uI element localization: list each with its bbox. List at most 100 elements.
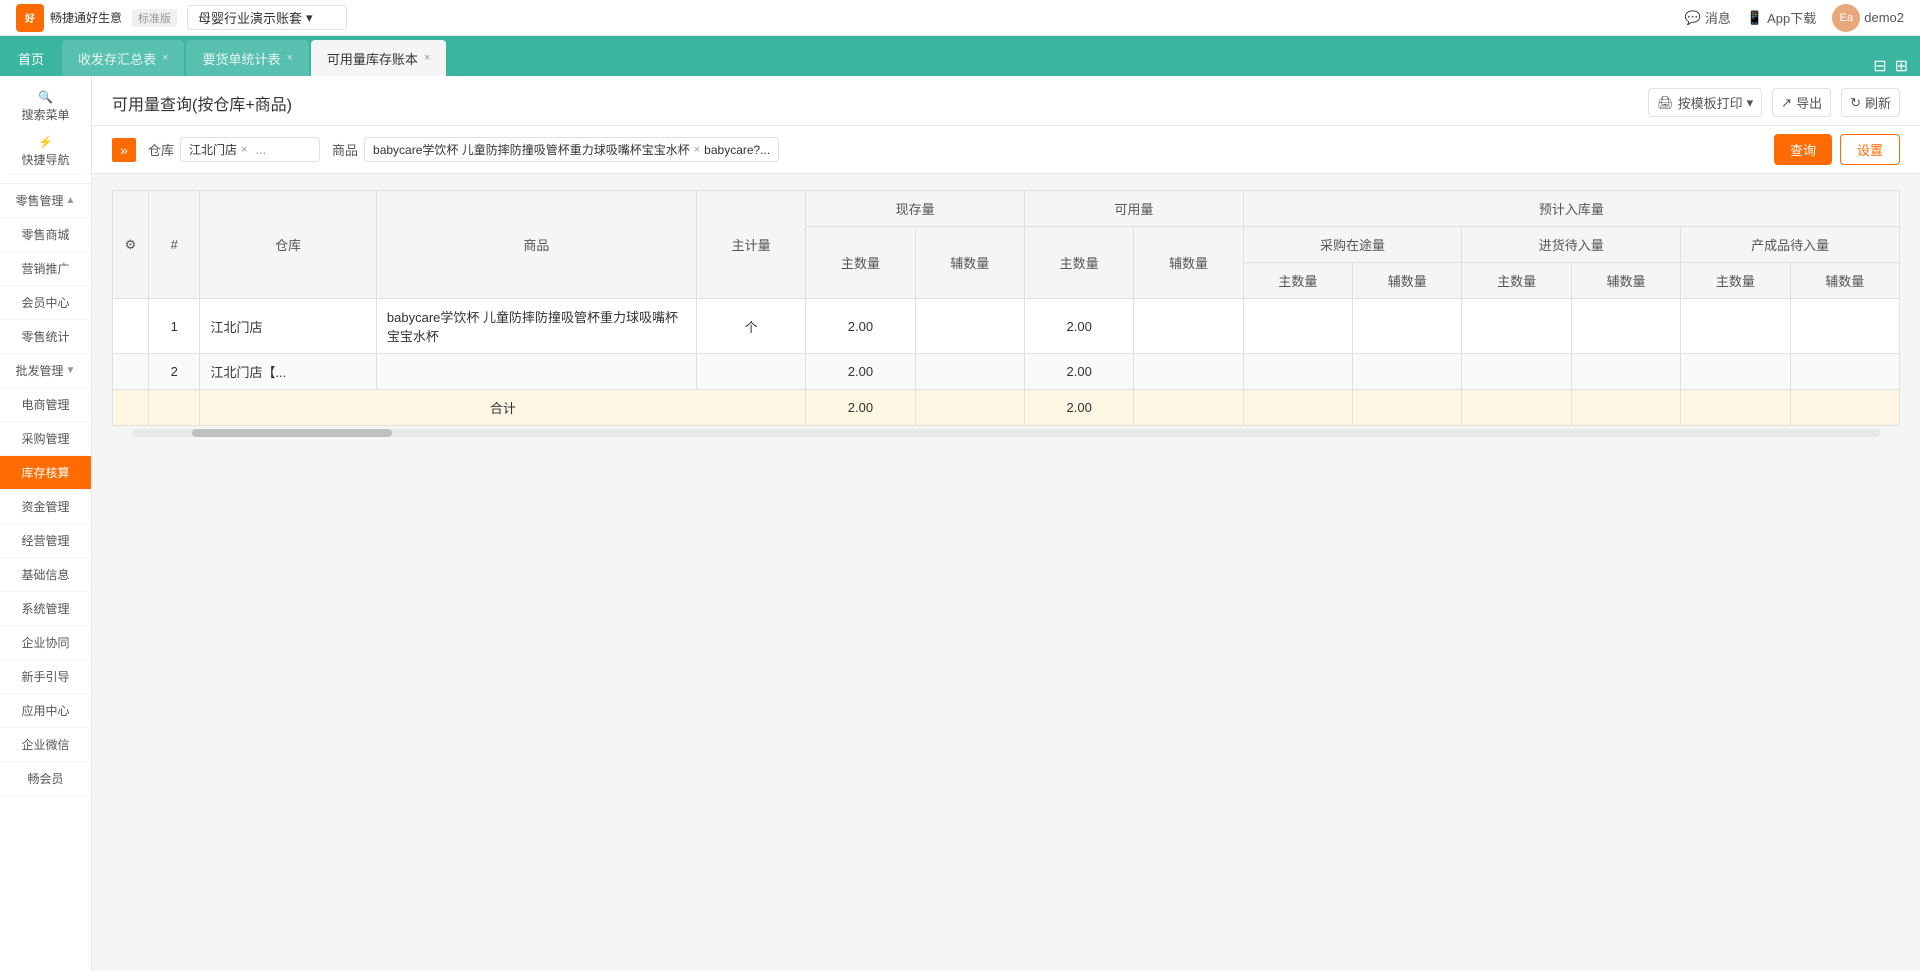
print-icon: 🖨 <box>1657 95 1674 111</box>
logo-text: 畅捷通好生意 <box>50 9 122 26</box>
tab-home[interactable]: 首页 <box>2 40 60 76</box>
tab-order-stats-close[interactable]: × <box>286 52 292 64</box>
th-purchase-main: 主数量 <box>1243 263 1352 299</box>
row1-incoming-aux <box>1571 299 1680 354</box>
row1-main-unit: 个 <box>696 299 805 354</box>
sidebar-item-wholesale-mgmt[interactable]: 批发管理 ▼ <box>0 354 91 388</box>
sidebar-item-member[interactable]: 会员中心 <box>0 286 91 320</box>
footer-settings <box>113 390 149 426</box>
msg-button[interactable]: 💬 消息 <box>1685 8 1731 27</box>
th-no: # <box>149 191 200 299</box>
sidebar-item-member2[interactable]: 畅会员 <box>0 762 91 796</box>
tab-available-stock[interactable]: 可用量库存账本 × <box>311 40 446 76</box>
row2-no: 2 <box>149 354 200 390</box>
filter-bar: » 仓库 江北门店 × ... 商品 babycare学饮杯 儿童防摔防撞吸管杯… <box>92 126 1920 174</box>
th-incoming-main: 主数量 <box>1462 263 1571 299</box>
th-available-aux: 辅数量 <box>1134 227 1243 299</box>
footer-no <box>149 390 200 426</box>
sidebar-new-guide-label: 新手引导 <box>21 668 69 685</box>
footer-purchase-main <box>1243 390 1352 426</box>
sidebar-item-marketing[interactable]: 营销推广 <box>0 252 91 286</box>
scroll-thumb[interactable] <box>192 429 392 437</box>
row2-purchase-aux <box>1353 354 1462 390</box>
search-icon: 🔍 <box>38 90 53 104</box>
nav-icon: ⚡ <box>38 135 53 149</box>
tab-home-label: 首页 <box>18 49 44 68</box>
warehouse-tag-close[interactable]: × <box>241 144 247 156</box>
refresh-button[interactable]: ↻ 刷新 <box>1841 88 1900 117</box>
top-bar-right: 💬 消息 📱 App下载 Ea demo2 <box>1685 4 1904 32</box>
nav-tabs-right: ⊟ ⊞ <box>1873 56 1920 76</box>
sidebar-item-enterprise-wechat[interactable]: 企业微信 <box>0 728 91 762</box>
product-tag1-close[interactable]: × <box>694 144 700 156</box>
chevron-down-icon: ▾ <box>1747 95 1754 111</box>
sidebar-item-enterprise-collab[interactable]: 企业协同 <box>0 626 91 660</box>
main-layout: 🔍 搜索菜单 ⚡ 快捷导航 零售管理 ▲ 零售商城 营销推广 会员中心 <box>0 76 1920 971</box>
horizontal-scrollbar[interactable] <box>132 429 1880 437</box>
sidebar-retail-mgmt-label: 零售管理 <box>16 192 64 209</box>
expand-filter-button[interactable]: » <box>112 138 136 162</box>
sidebar-item-basic-info[interactable]: 基础信息 <box>0 558 91 592</box>
table-row: 1 江北门店 babycare学饮杯 儿童防摔防撞吸管杯重力球吸嘴杯宝宝水杯 个… <box>113 299 1900 354</box>
app-download-label: App下载 <box>1767 8 1816 27</box>
search-menu-button[interactable]: 🔍 搜索菜单 <box>8 84 83 129</box>
sidebar-item-app-center[interactable]: 应用中心 <box>0 694 91 728</box>
export-button[interactable]: ↗ 导出 <box>1772 88 1831 117</box>
th-purchase-aux: 辅数量 <box>1353 263 1462 299</box>
chevron-up-icon: ▲ <box>66 195 76 206</box>
app-download-button[interactable]: 📱 App下载 <box>1747 8 1816 27</box>
tab-receive-summary[interactable]: 收发存汇总表 × <box>62 40 184 76</box>
th-settings[interactable]: ⚙ <box>113 191 149 299</box>
sidebar-search-area: 🔍 搜索菜单 ⚡ 快捷导航 <box>0 76 91 184</box>
tab-order-stats[interactable]: 要货单统计表 × <box>186 40 308 76</box>
page-header: 可用量查询(按仓库+商品) 🖨 按模板打印 ▾ ↗ 导出 ↻ 刷新 <box>92 76 1920 126</box>
settings-button[interactable]: 设置 <box>1840 134 1900 165</box>
warehouse-more[interactable]: ... <box>251 142 270 157</box>
th-stock-main: 主数量 <box>806 227 915 299</box>
product-tag1-text: babycare学饮杯 儿童防摔防撞吸管杯重力球吸嘴杯宝宝水杯 <box>373 141 690 158</box>
sidebar-item-inventory-check[interactable]: 库存核算 <box>0 456 91 490</box>
sidebar-item-retail-mall[interactable]: 零售商城 <box>0 218 91 252</box>
product-filter: 商品 babycare学饮杯 儿童防摔防撞吸管杯重力球吸嘴杯宝宝水杯 × bab… <box>332 137 779 162</box>
logo: 好 畅捷通好生意 <box>16 4 122 32</box>
th-available-group: 可用量 <box>1024 191 1243 227</box>
user-area[interactable]: Ea demo2 <box>1832 4 1904 32</box>
sidebar-item-retail-mgmt[interactable]: 零售管理 ▲ <box>0 184 91 218</box>
sidebar-item-retail-stats[interactable]: 零售统计 <box>0 320 91 354</box>
sidebar-enterprise-collab-label: 企业协同 <box>21 634 69 651</box>
logo-icon: 好 <box>16 4 44 32</box>
msg-label: 消息 <box>1705 8 1731 27</box>
sidebar-item-sys-mgmt[interactable]: 系统管理 <box>0 592 91 626</box>
sidebar-item-new-guide[interactable]: 新手引导 <box>0 660 91 694</box>
table-container: ⚙ # 仓库 商品 主计量 现存量 可用量 预计入库量 主数量 辅数量 主数量 <box>92 174 1920 971</box>
print-button[interactable]: 🖨 按模板打印 ▾ <box>1648 88 1762 117</box>
row2-production-aux <box>1790 354 1900 390</box>
tab-receive-summary-close[interactable]: × <box>162 52 168 64</box>
quick-nav-button[interactable]: ⚡ 快捷导航 <box>8 129 83 175</box>
sidebar-item-purchase-mgmt[interactable]: 采购管理 <box>0 422 91 456</box>
maximize-icon[interactable]: ⊞ <box>1895 56 1908 76</box>
tab-receive-summary-label: 收发存汇总表 <box>78 49 156 68</box>
sidebar-item-finance-mgmt[interactable]: 资金管理 <box>0 490 91 524</box>
minimize-icon[interactable]: ⊟ <box>1873 56 1886 76</box>
sidebar-item-ecom-mgmt[interactable]: 电商管理 <box>0 388 91 422</box>
footer-incoming-aux <box>1571 390 1680 426</box>
tab-available-stock-close[interactable]: × <box>424 52 430 64</box>
warehouse-input[interactable]: 江北门店 × ... <box>180 137 320 162</box>
th-stock-aux: 辅数量 <box>915 227 1024 299</box>
industry-select[interactable]: 母婴行业演示账套 ▾ <box>187 5 347 30</box>
th-incoming-group: 进货待入量 <box>1462 227 1681 263</box>
sidebar-item-ops-mgmt[interactable]: 经营管理 <box>0 524 91 558</box>
table-row: 2 江北门店【... 2.00 2.00 <box>113 354 1900 390</box>
product-input[interactable]: babycare学饮杯 儿童防摔防撞吸管杯重力球吸嘴杯宝宝水杯 × babyca… <box>364 137 779 162</box>
row1-available-aux <box>1134 299 1243 354</box>
industry-label: 母婴行业演示账套 <box>198 8 302 27</box>
sidebar-basic-info-label: 基础信息 <box>21 566 69 583</box>
footer-available-aux <box>1134 390 1243 426</box>
row1-product: babycare学饮杯 儿童防摔防撞吸管杯重力球吸嘴杯宝宝水杯 <box>376 299 696 354</box>
sidebar-ecom-label: 电商管理 <box>21 396 69 413</box>
tab-order-stats-label: 要货单统计表 <box>202 49 280 68</box>
row2-production-main <box>1681 354 1790 390</box>
query-button[interactable]: 查询 <box>1774 134 1832 165</box>
row1-no: 1 <box>149 299 200 354</box>
